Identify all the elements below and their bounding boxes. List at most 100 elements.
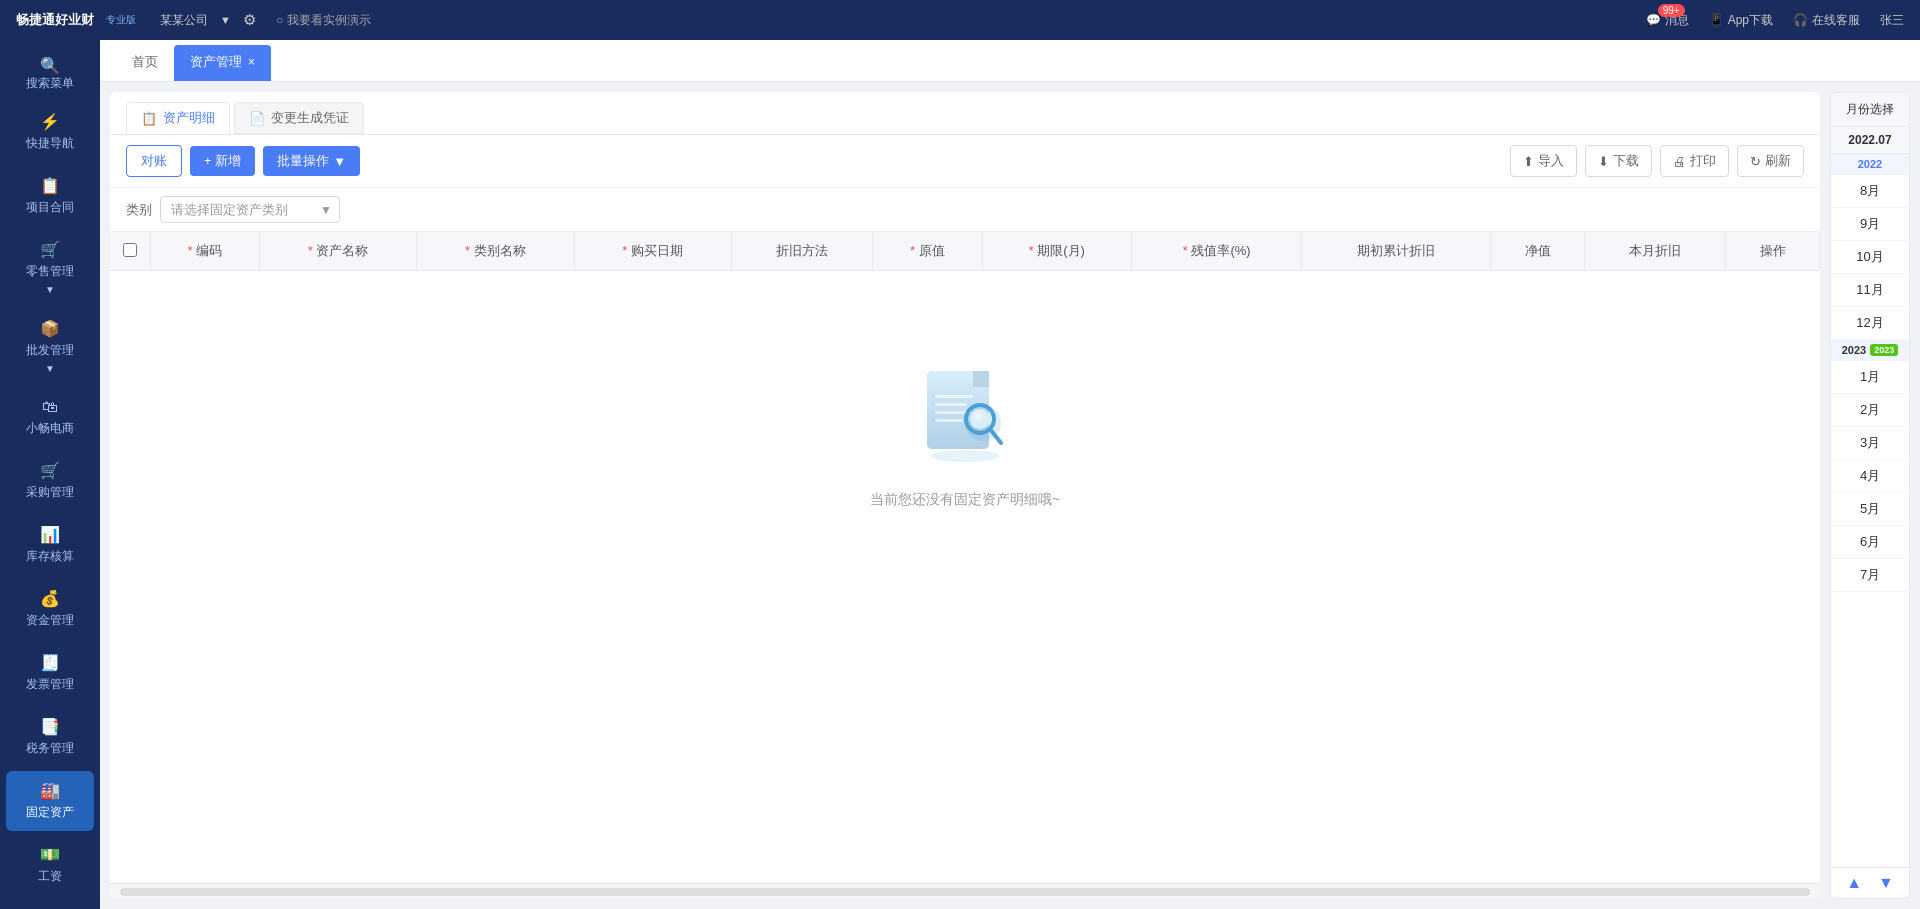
selected-month-display: 2022.07 bbox=[1831, 127, 1909, 154]
app-download-icon: 📱 bbox=[1709, 13, 1724, 27]
app-name: 畅捷通好业财 bbox=[16, 11, 94, 29]
month-item-3[interactable]: 3月 bbox=[1831, 427, 1909, 460]
month-item-9[interactable]: 9月 bbox=[1831, 208, 1909, 241]
demo-link[interactable]: ○ 我要看实例演示 bbox=[276, 12, 371, 29]
print-btn[interactable]: 🖨 打印 bbox=[1660, 145, 1729, 177]
month-item-6[interactable]: 6月 bbox=[1831, 526, 1909, 559]
col-name: * 资产名称 bbox=[260, 232, 417, 271]
sidebar-item-wholesale[interactable]: 📦 批发管理 ▼ bbox=[6, 309, 94, 384]
sidebar-item-ecommerce[interactable]: 🛍 小畅电商 bbox=[6, 388, 94, 447]
search-icon: 🔍 bbox=[6, 56, 94, 75]
add-btn[interactable]: + 新增 bbox=[190, 146, 255, 176]
col-code: * 编码 bbox=[150, 232, 260, 271]
category-select[interactable]: 请选择固定资产类别 bbox=[160, 196, 340, 223]
svg-rect-3 bbox=[973, 371, 989, 387]
tab-close-btn[interactable]: × bbox=[248, 55, 255, 69]
user-account[interactable]: 张三 bbox=[1880, 12, 1904, 29]
col-monthly-depreciation: 本月折旧 bbox=[1585, 232, 1726, 271]
sidebar-item-retail[interactable]: 🛒 零售管理 ▼ bbox=[6, 230, 94, 305]
tab-home[interactable]: 首页 bbox=[116, 45, 174, 81]
svg-rect-7 bbox=[935, 419, 963, 422]
month-item-12[interactable]: 12月 bbox=[1831, 307, 1909, 340]
year-2023[interactable]: 2023 2023 bbox=[1831, 340, 1909, 361]
asset-detail-icon: 📋 bbox=[141, 111, 157, 126]
empty-illustration bbox=[905, 351, 1025, 471]
scrollbar-track[interactable] bbox=[120, 888, 1810, 896]
month-panel-title: 月份选择 bbox=[1831, 93, 1909, 127]
match-btn[interactable]: 对账 bbox=[126, 145, 182, 177]
top-bar: 畅捷通好业财 专业版 某某公司 ▼ ⚙ ○ 我要看实例演示 💬 消息 99+ 📱… bbox=[0, 0, 1920, 40]
sidebar-item-purchase[interactable]: 🛒 采购管理 bbox=[6, 451, 94, 511]
batch-chevron-icon: ▼ bbox=[333, 154, 346, 169]
sidebar-item-project[interactable]: 📋 项目合同 bbox=[6, 166, 94, 226]
month-item-10[interactable]: 10月 bbox=[1831, 241, 1909, 274]
message-badge: 99+ bbox=[1658, 4, 1685, 17]
action-toolbar: 对账 + 新增 批量操作 ▼ ⬆ 导入 ⬇ 下载 bbox=[110, 135, 1820, 188]
table-wrap: * 编码 * 资产名称 * 类别名称 * 购买日期 折旧方法 * 原值 * 期限… bbox=[110, 232, 1820, 883]
sub-tab-change-voucher[interactable]: 📄 变更生成凭证 bbox=[234, 102, 364, 134]
month-item-1[interactable]: 1月 bbox=[1831, 361, 1909, 394]
main-panel: 📋 资产明细 📄 变更生成凭证 对账 + 新增 批量操作 ▼ bbox=[110, 92, 1820, 899]
wholesale-icon: 📦 bbox=[40, 319, 60, 338]
print-icon: 🖨 bbox=[1673, 154, 1686, 169]
sidebar-item-fixed-assets[interactable]: 🏭 固定资产 bbox=[6, 771, 94, 831]
sidebar-item-operations[interactable]: 📈 经营管理 bbox=[6, 899, 94, 909]
select-all-checkbox[interactable] bbox=[123, 243, 137, 257]
finance-icon: 💰 bbox=[40, 589, 60, 608]
sidebar-item-quick-nav[interactable]: ⚡ 快捷导航 bbox=[6, 102, 94, 162]
online-service-icon: 🎧 bbox=[1793, 13, 1808, 27]
month-nav-up-btn[interactable]: ▲ bbox=[1846, 874, 1862, 892]
filter-bar: 类别 请选择固定资产类别 ▼ bbox=[110, 188, 1820, 232]
month-nav-down-btn[interactable]: ▼ bbox=[1878, 874, 1894, 892]
tax-icon: 📑 bbox=[40, 717, 60, 736]
sidebar-item-inventory[interactable]: 📊 库存核算 bbox=[6, 515, 94, 575]
message-icon: 💬 bbox=[1646, 13, 1661, 27]
batch-btn[interactable]: 批量操作 ▼ bbox=[263, 146, 360, 176]
header-right: 💬 消息 99+ 📱 App下载 🎧 在线客服 张三 bbox=[1646, 12, 1904, 29]
tab-bar: 首页 资产管理 × bbox=[100, 40, 1920, 82]
company-dropdown-icon[interactable]: ▼ bbox=[220, 14, 231, 26]
month-item-5[interactable]: 5月 bbox=[1831, 493, 1909, 526]
col-residual-rate: * 残值率(%) bbox=[1131, 232, 1302, 271]
month-item-11[interactable]: 11月 bbox=[1831, 274, 1909, 307]
col-operations: 操作 bbox=[1726, 232, 1820, 271]
bottom-scrollbar[interactable] bbox=[110, 883, 1820, 899]
panel-collapse-btn[interactable]: ◀ bbox=[1830, 476, 1831, 516]
sidebar-item-salary[interactable]: 💵 工资 bbox=[6, 835, 94, 895]
download-btn[interactable]: ⬇ 下载 bbox=[1585, 145, 1652, 177]
month-item-2[interactable]: 2月 bbox=[1831, 394, 1909, 427]
quick-nav-icon: ⚡ bbox=[40, 112, 60, 131]
message-btn[interactable]: 💬 消息 99+ bbox=[1646, 12, 1689, 29]
sub-tab-asset-detail[interactable]: 📋 资产明细 bbox=[126, 102, 230, 134]
settings-icon[interactable]: ⚙ bbox=[243, 11, 256, 29]
table-header: * 编码 * 资产名称 * 类别名称 * 购买日期 折旧方法 * 原值 * 期限… bbox=[110, 232, 1820, 271]
empty-text: 当前您还没有固定资产明细哦~ bbox=[870, 491, 1060, 509]
col-purchase-date: * 购买日期 bbox=[574, 232, 731, 271]
refresh-icon: ↻ bbox=[1750, 154, 1761, 169]
sidebar-item-tax[interactable]: 📑 税务管理 bbox=[6, 707, 94, 767]
year-2022[interactable]: 2022 bbox=[1831, 154, 1909, 175]
sub-tab-bar: 📋 资产明细 📄 变更生成凭证 bbox=[110, 92, 1820, 135]
sidebar-item-search[interactable]: 🔍 搜索菜单 bbox=[0, 48, 100, 100]
sidebar-item-invoice[interactable]: 🧾 发票管理 bbox=[6, 643, 94, 703]
project-icon: 📋 bbox=[40, 176, 60, 195]
month-item-4[interactable]: 4月 bbox=[1831, 460, 1909, 493]
category-filter-label: 类别 bbox=[126, 201, 152, 219]
sidebar-item-finance[interactable]: 💰 资金管理 bbox=[6, 579, 94, 639]
app-download-btn[interactable]: 📱 App下载 bbox=[1709, 12, 1773, 29]
app-subtitle: 专业版 bbox=[106, 13, 136, 27]
main-layout: 🔍 搜索菜单 ⚡ 快捷导航 📋 项目合同 🛒 零售管理 ▼ 📦 批发管理 ▼ 🛍… bbox=[0, 40, 1920, 909]
svg-point-11 bbox=[970, 409, 990, 429]
month-item-7[interactable]: 7月 bbox=[1831, 559, 1909, 592]
content-area: 首页 资产管理 × 📋 资产明细 📄 变更生成凭证 bbox=[100, 40, 1920, 909]
refresh-btn[interactable]: ↻ 刷新 bbox=[1737, 145, 1804, 177]
page-content: 📋 资产明细 📄 变更生成凭证 对账 + 新增 批量操作 ▼ bbox=[100, 82, 1920, 909]
month-item-8[interactable]: 8月 bbox=[1831, 175, 1909, 208]
import-btn[interactable]: ⬆ 导入 bbox=[1510, 145, 1577, 177]
online-service-btn[interactable]: 🎧 在线客服 bbox=[1793, 12, 1860, 29]
tab-assets-mgmt[interactable]: 资产管理 × bbox=[174, 45, 271, 81]
month-list: 2022 8月 9月 10月 11月 12月 2023 2023 1月 2月 3… bbox=[1831, 154, 1909, 867]
download-icon: ⬇ bbox=[1598, 154, 1609, 169]
demo-icon: ○ bbox=[276, 13, 283, 27]
month-panel: ◀ 月份选择 2022.07 2022 8月 9月 10月 11月 12月 20… bbox=[1830, 92, 1910, 899]
